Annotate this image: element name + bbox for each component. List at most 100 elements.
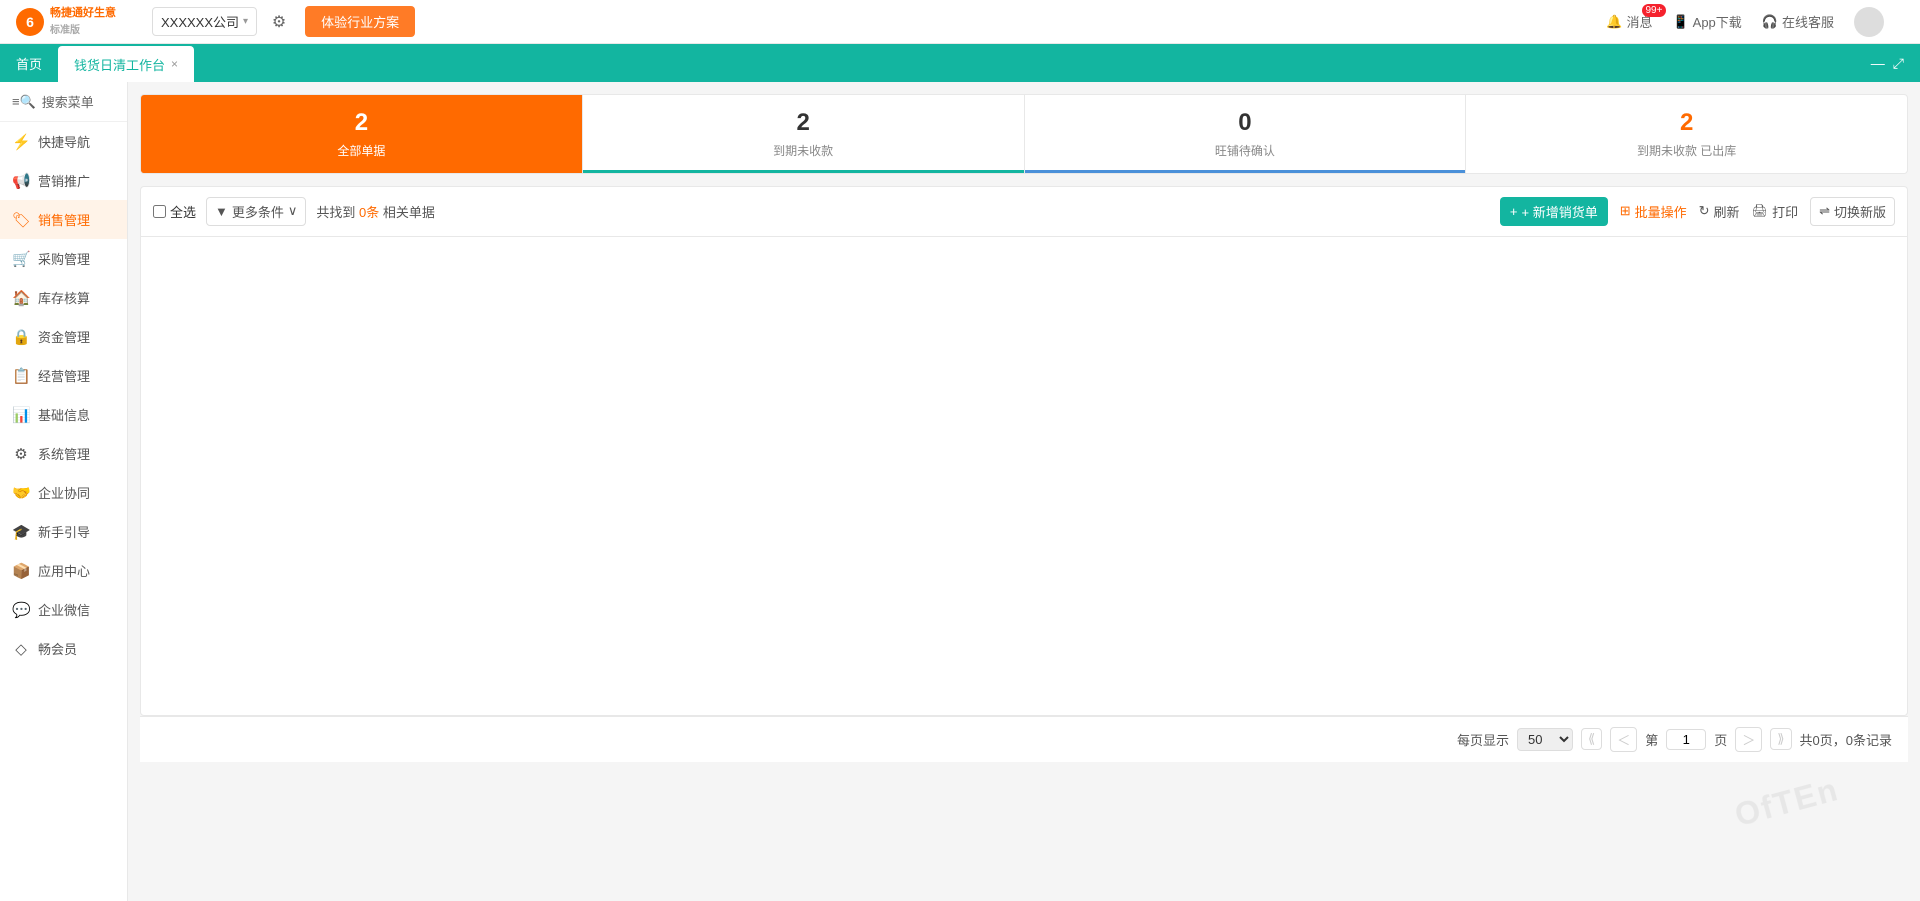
batch-icon: ⊞ bbox=[1620, 203, 1631, 219]
stat-pending-underline bbox=[1025, 170, 1466, 173]
inventory-label: 库存核算 bbox=[38, 288, 90, 307]
sidebar-item-app-center[interactable]: 📦 应用中心 bbox=[0, 551, 127, 590]
message-button[interactable]: 🔔 消息 99+ bbox=[1606, 12, 1652, 31]
add-order-button[interactable]: + + 新增销货单 bbox=[1500, 197, 1608, 226]
table-area bbox=[140, 236, 1908, 716]
switch-version-button[interactable]: ⇌ 切换新版 bbox=[1810, 197, 1895, 226]
message-badge: 99+ bbox=[1642, 4, 1667, 17]
wechat-icon: 💬 bbox=[12, 601, 30, 619]
member-label: 畅会员 bbox=[38, 639, 77, 658]
logo: 6 畅捷通好生意 标准版 bbox=[16, 7, 144, 35]
main-content: 2 全部单据 2 到期未收款 0 旺铺待确认 2 到期未收款 已出库 bbox=[128, 82, 1920, 901]
collab-label: 企业协同 bbox=[38, 483, 90, 502]
sidebar-item-collab[interactable]: 🤝 企业协同 bbox=[0, 473, 127, 512]
stats-row: 2 全部单据 2 到期未收款 0 旺铺待确认 2 到期未收款 已出库 bbox=[140, 94, 1908, 174]
batch-operation-button[interactable]: ⊞ 批量操作 bbox=[1620, 202, 1687, 221]
settings-icon[interactable]: ⚙ bbox=[265, 8, 293, 36]
page-prefix: 第 bbox=[1645, 730, 1658, 749]
stat-all-label: 全部单据 bbox=[161, 142, 562, 159]
sidebar-item-marketing[interactable]: 📢 营销推广 bbox=[0, 161, 127, 200]
purchase-icon: 🛒 bbox=[12, 250, 30, 268]
finance-icon: 🔒 bbox=[12, 328, 30, 346]
sys-mgmt-label: 系统管理 bbox=[38, 444, 90, 463]
filter-chevron-icon: ∨ bbox=[288, 203, 298, 219]
sidebar-item-quick-nav[interactable]: ⚡ 快捷导航 bbox=[0, 122, 127, 161]
print-label: 打印 bbox=[1772, 202, 1798, 221]
experience-button[interactable]: 体验行业方案 bbox=[305, 6, 415, 37]
logo-sub: 标准版 bbox=[50, 21, 116, 36]
select-all-label[interactable]: 全选 bbox=[153, 202, 196, 221]
first-page-button[interactable]: ⟪ bbox=[1581, 728, 1602, 750]
sidebar-item-wechat[interactable]: 💬 企业微信 bbox=[0, 590, 127, 629]
app-download-button[interactable]: 📱 App下载 bbox=[1672, 12, 1741, 31]
operations-label: 经营管理 bbox=[38, 366, 90, 385]
basic-info-label: 基础信息 bbox=[38, 405, 90, 424]
plus-icon: + bbox=[1510, 204, 1518, 219]
tab-qhrq[interactable]: 钱货日清工作台 × bbox=[58, 46, 194, 82]
filter-label: 更多条件 bbox=[232, 202, 284, 221]
print-button[interactable]: 🖨 打印 bbox=[1752, 202, 1799, 221]
sidebar-item-purchase[interactable]: 🛒 采购管理 bbox=[0, 239, 127, 278]
maximize-button[interactable]: ⤢ bbox=[1893, 55, 1904, 72]
sidebar: ≡🔍 搜索菜单 ⚡ 快捷导航 📢 营销推广 🏷 销售管理 🛒 采购管理 🏠 库存… bbox=[0, 82, 128, 901]
stat-pending-label: 旺铺待确认 bbox=[1045, 142, 1446, 159]
found-text: 共找到 0条 相关单据 bbox=[316, 202, 434, 221]
sidebar-item-sales[interactable]: 🏷 销售管理 bbox=[0, 200, 127, 239]
stat-overdue-underline bbox=[583, 170, 1024, 173]
refresh-icon: ↻ bbox=[1699, 203, 1710, 219]
logo-brand: 畅捷通好生意 bbox=[50, 7, 116, 20]
headset-icon: 🎧 bbox=[1762, 14, 1778, 30]
stat-overdue-label: 到期未收款 bbox=[603, 142, 1004, 159]
table-empty bbox=[141, 237, 1907, 637]
per-page-select[interactable]: 20 50 100 bbox=[1517, 728, 1573, 751]
finance-label: 资金管理 bbox=[38, 327, 90, 346]
company-name: XXXXXX公司 bbox=[161, 12, 239, 31]
collab-icon: 🤝 bbox=[12, 484, 30, 502]
bell-icon: 🔔 bbox=[1606, 14, 1622, 30]
service-label: 在线客服 bbox=[1782, 12, 1834, 31]
tab-home[interactable]: 首页 bbox=[0, 44, 58, 82]
topbar-right: 🔔 消息 99+ 📱 App下载 🎧 在线客服 bbox=[1606, 7, 1904, 37]
stat-pending[interactable]: 0 旺铺待确认 bbox=[1025, 95, 1467, 173]
page-input[interactable] bbox=[1666, 729, 1706, 750]
qhrq-tab-label: 钱货日清工作台 bbox=[74, 55, 165, 74]
logo-icon: 6 bbox=[16, 8, 44, 36]
online-service-button[interactable]: 🎧 在线客服 bbox=[1762, 12, 1834, 31]
sidebar-item-guide[interactable]: 🎓 新手引导 bbox=[0, 512, 127, 551]
sidebar-item-sys-mgmt[interactable]: ⚙ 系统管理 bbox=[0, 434, 127, 473]
sidebar-item-finance[interactable]: 🔒 资金管理 bbox=[0, 317, 127, 356]
select-all-text: 全选 bbox=[170, 202, 196, 221]
close-tab-icon[interactable]: × bbox=[171, 57, 178, 71]
sidebar-item-operations[interactable]: 📋 经营管理 bbox=[0, 356, 127, 395]
select-all-checkbox[interactable] bbox=[153, 205, 166, 218]
stat-all-underline bbox=[141, 170, 582, 173]
next-page-button[interactable]: ＞ bbox=[1735, 727, 1762, 752]
guide-icon: 🎓 bbox=[12, 523, 30, 541]
print-icon: 🖨 bbox=[1752, 203, 1769, 219]
basic-info-icon: 📊 bbox=[12, 406, 30, 424]
stat-pending-num: 0 bbox=[1045, 109, 1446, 138]
sidebar-item-inventory[interactable]: 🏠 库存核算 bbox=[0, 278, 127, 317]
stat-overdue-shipped[interactable]: 2 到期未收款 已出库 bbox=[1466, 95, 1907, 173]
last-page-button[interactable]: ⟫ bbox=[1770, 728, 1791, 750]
toolbar: 全选 ▼ 更多条件 ∨ 共找到 0条 相关单据 + + 新增销货单 ⊞ bbox=[140, 186, 1908, 236]
batch-label: 批量操作 bbox=[1635, 202, 1687, 221]
guide-label: 新手引导 bbox=[38, 522, 90, 541]
minimize-button[interactable]: — bbox=[1871, 55, 1885, 72]
stat-all[interactable]: 2 全部单据 bbox=[141, 95, 583, 173]
sidebar-item-member[interactable]: ◇ 畅会员 bbox=[0, 629, 127, 668]
switch-label: 切换新版 bbox=[1834, 202, 1886, 221]
search-menu[interactable]: ≡🔍 搜索菜单 bbox=[0, 82, 127, 122]
app-center-icon: 📦 bbox=[12, 562, 30, 580]
sales-label: 销售管理 bbox=[38, 210, 90, 229]
company-selector[interactable]: XXXXXX公司 ▾ bbox=[152, 7, 257, 36]
prev-page-button[interactable]: ＜ bbox=[1610, 727, 1637, 752]
refresh-button[interactable]: ↻ 刷新 bbox=[1699, 202, 1740, 221]
sidebar-item-basic-info[interactable]: 📊 基础信息 bbox=[0, 395, 127, 434]
wechat-label: 企业微信 bbox=[38, 600, 90, 619]
home-tab-label: 首页 bbox=[16, 54, 42, 73]
avatar[interactable] bbox=[1854, 7, 1884, 37]
inventory-icon: 🏠 bbox=[12, 289, 30, 307]
stat-overdue[interactable]: 2 到期未收款 bbox=[583, 95, 1025, 173]
filter-button[interactable]: ▼ 更多条件 ∨ bbox=[206, 197, 306, 226]
